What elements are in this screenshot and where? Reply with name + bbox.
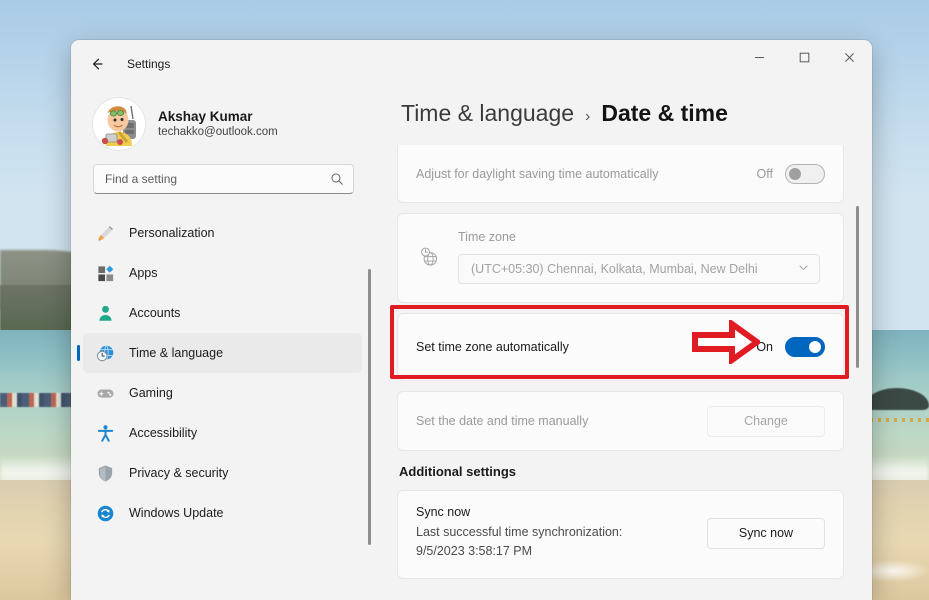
profile-email: techakko@outlook.com bbox=[158, 126, 278, 139]
close-button[interactable] bbox=[827, 40, 872, 74]
search-box[interactable] bbox=[93, 164, 354, 194]
globe-clock-icon bbox=[416, 246, 442, 268]
avatar-illustration bbox=[93, 98, 145, 150]
search-wrapper bbox=[71, 164, 376, 194]
settings-scroll-area: Adjust for daylight saving time automati… bbox=[397, 145, 872, 600]
sidebar-item-accessibility[interactable]: Accessibility bbox=[83, 413, 362, 453]
profile-name: Akshay Kumar bbox=[158, 108, 253, 124]
search-input[interactable] bbox=[105, 172, 330, 186]
window-body: Akshay Kumar techakko@outlook.com Find a… bbox=[71, 88, 872, 600]
sidebar-item-windows-update[interactable]: Windows Update bbox=[83, 493, 362, 533]
avatar bbox=[93, 98, 145, 150]
chevron-down-icon bbox=[798, 262, 809, 276]
sync-now-title: Sync now bbox=[416, 505, 471, 519]
content-scrollbar-thumb[interactable] bbox=[856, 206, 859, 368]
apps-icon bbox=[95, 263, 115, 283]
daylight-saving-state: Off bbox=[756, 167, 773, 181]
set-manual-label: Set the date and time manually bbox=[416, 414, 589, 428]
globe-clock-icon bbox=[95, 343, 115, 363]
profile-text: Akshay Kumar techakko@outlook.com bbox=[158, 108, 278, 141]
set-manual-row: Set the date and time manually Change bbox=[398, 392, 843, 450]
sync-now-subtitle-line1: Last successful time synchronization: bbox=[416, 525, 623, 539]
profile-card[interactable]: Akshay Kumar techakko@outlook.com bbox=[71, 88, 376, 164]
sync-now-text: Sync now Last successful time synchroniz… bbox=[416, 505, 707, 562]
timezone-row: Time zone (UTC+05:30) Chennai, Kolkata, … bbox=[398, 214, 843, 302]
sidebar: Akshay Kumar techakko@outlook.com Find a… bbox=[71, 88, 376, 600]
sidebar-scrollbar-thumb[interactable] bbox=[368, 269, 371, 545]
sidebar-item-label: Accounts bbox=[129, 306, 181, 320]
sidebar-item-personalization[interactable]: Personalization bbox=[83, 213, 362, 253]
sidebar-scrollbar[interactable] bbox=[365, 213, 374, 600]
maximize-button[interactable] bbox=[782, 40, 827, 74]
daylight-saving-row[interactable]: Adjust for daylight saving time automati… bbox=[398, 145, 843, 202]
breadcrumb: Time & language › Date & time bbox=[397, 88, 872, 145]
timezone-value: (UTC+05:30) Chennai, Kolkata, Mumbai, Ne… bbox=[471, 262, 758, 276]
sidebar-item-apps[interactable]: Apps bbox=[83, 253, 362, 293]
accessibility-icon bbox=[95, 423, 115, 443]
toggle-knob bbox=[809, 341, 821, 353]
sidebar-item-privacy-and-security[interactable]: Privacy & security bbox=[83, 453, 362, 493]
additional-settings-heading: Additional settings bbox=[399, 464, 516, 479]
set-timezone-auto-card: Set time zone automatically On bbox=[397, 313, 844, 381]
shield-icon bbox=[95, 463, 115, 483]
timezone-main: Time zone (UTC+05:30) Chennai, Kolkata, … bbox=[458, 230, 825, 284]
sidebar-item-accounts[interactable]: Accounts bbox=[83, 293, 362, 333]
daylight-saving-label: Adjust for daylight saving time automati… bbox=[416, 167, 659, 181]
gamepad-icon bbox=[95, 383, 115, 403]
daylight-saving-toggle[interactable] bbox=[785, 164, 825, 184]
sidebar-item-label: Gaming bbox=[129, 386, 173, 400]
sync-now-button[interactable]: Sync now bbox=[707, 517, 825, 549]
toggle-knob bbox=[789, 168, 801, 180]
back-arrow-icon bbox=[93, 58, 103, 70]
sidebar-item-gaming[interactable]: Gaming bbox=[83, 373, 362, 413]
person-icon bbox=[95, 303, 115, 323]
sidebar-item-label: Privacy & security bbox=[129, 466, 229, 480]
minimize-button[interactable] bbox=[737, 40, 782, 74]
sidebar-item-label: Time & language bbox=[129, 346, 224, 360]
minimize-icon bbox=[755, 56, 764, 58]
close-icon bbox=[845, 52, 854, 62]
sidebar-item-label: Accessibility bbox=[129, 426, 198, 440]
sidebar-item-label: Windows Update bbox=[129, 506, 224, 520]
breadcrumb-parent[interactable]: Time & language bbox=[401, 100, 574, 127]
sync-now-card: Sync now Last successful time synchroniz… bbox=[397, 490, 844, 579]
sidebar-item-label: Apps bbox=[129, 266, 158, 280]
set-timezone-auto-row[interactable]: Set time zone automatically On bbox=[398, 314, 843, 380]
paintbrush-icon bbox=[95, 223, 115, 243]
breadcrumb-separator-icon: › bbox=[585, 108, 591, 125]
wallpaper-buoy-line bbox=[862, 418, 929, 422]
search-icon bbox=[331, 173, 343, 185]
timezone-select[interactable]: (UTC+05:30) Chennai, Kolkata, Mumbai, Ne… bbox=[458, 254, 820, 284]
back-button[interactable] bbox=[81, 48, 113, 80]
content-scrollbar[interactable] bbox=[853, 88, 863, 600]
content-pane: Time & language › Date & time Adjust for… bbox=[376, 88, 872, 600]
update-icon bbox=[95, 503, 115, 523]
set-timezone-auto-toggle[interactable] bbox=[785, 337, 825, 357]
settings-window: Settings Akshay Kumar techakko@outlook.c… bbox=[71, 40, 872, 600]
window-titlebar: Settings bbox=[71, 40, 872, 88]
sidebar-item-time-and-language[interactable]: Time & language bbox=[83, 333, 362, 373]
sidebar-item-label: Personalization bbox=[129, 226, 215, 240]
set-timezone-auto-state: On bbox=[756, 340, 773, 354]
app-title: Settings bbox=[127, 57, 171, 71]
page-title: Date & time bbox=[601, 100, 728, 126]
set-manual-card: Set the date and time manually Change bbox=[397, 391, 844, 451]
sync-now-row: Sync now Last successful time synchroniz… bbox=[398, 491, 843, 578]
maximize-icon bbox=[799, 52, 810, 62]
window-controls bbox=[737, 40, 872, 74]
timezone-card: Time zone (UTC+05:30) Chennai, Kolkata, … bbox=[397, 213, 844, 303]
timezone-label: Time zone bbox=[458, 230, 516, 244]
daylight-saving-card: Adjust for daylight saving time automati… bbox=[397, 145, 844, 203]
sync-now-timestamp: 9/5/2023 3:58:17 PM bbox=[416, 544, 533, 559]
set-timezone-auto-label: Set time zone automatically bbox=[416, 340, 569, 354]
change-button[interactable]: Change bbox=[707, 405, 825, 437]
desktop-wallpaper: Settings Akshay Kumar techakko@outlook.c… bbox=[0, 0, 929, 600]
sidebar-nav: Personalization Apps Accounts Time & lan… bbox=[71, 213, 376, 600]
